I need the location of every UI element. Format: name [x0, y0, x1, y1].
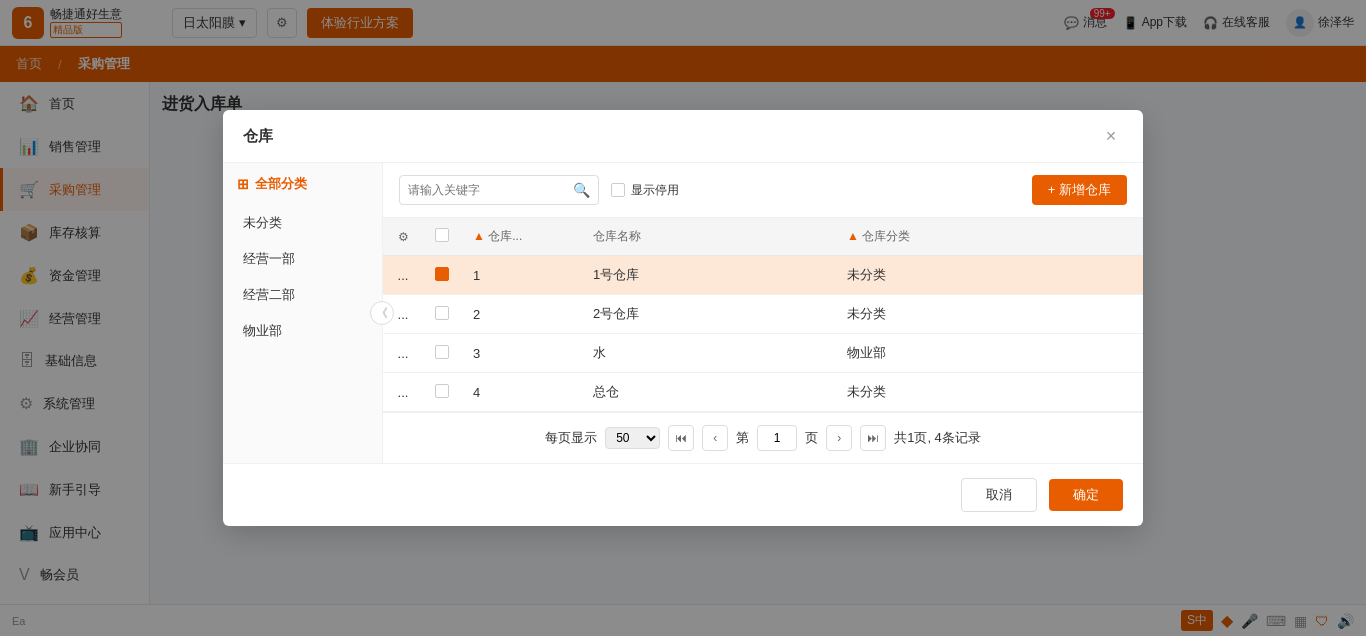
modal-body: ⊞ 全部分类 未分类 经营一部 经营二部 物业部 《 [223, 163, 1143, 463]
row-action[interactable]: ... [383, 373, 423, 412]
page-label: 第 [736, 429, 749, 447]
row-checkbox[interactable] [423, 256, 461, 295]
category-item-dept2[interactable]: 经营二部 [223, 277, 382, 313]
row-name: 水 [581, 334, 835, 373]
total-label: 共1页, 4条记录 [894, 429, 981, 447]
row-num: 2 [461, 295, 581, 334]
per-page-label: 每页显示 [545, 429, 597, 447]
table-row[interactable]: ... 3 水 物业部 [383, 334, 1143, 373]
modal-content-area: 🔍 显示停用 + 新增仓库 ⚙ [383, 163, 1143, 463]
header-checkbox[interactable] [435, 228, 449, 242]
row-name: 2号仓库 [581, 295, 835, 334]
warehouse-modal: 仓库 × ⊞ 全部分类 未分类 经营一部 经营二部 [223, 110, 1143, 526]
modal-title: 仓库 [243, 127, 273, 146]
row-category: 未分类 [835, 373, 1143, 412]
last-page-button[interactable]: ⏭ [860, 425, 886, 451]
category-item-uncat[interactable]: 未分类 [223, 205, 382, 241]
show-disabled-label: 显示停用 [631, 182, 679, 199]
page-input[interactable] [757, 425, 797, 451]
sidebar-collapse-button[interactable]: 《 [370, 301, 394, 325]
row-action[interactable]: ... [383, 334, 423, 373]
row-name: 总仓 [581, 373, 835, 412]
grid-icon: ⊞ [237, 176, 249, 192]
modal-footer: 取消 确定 [223, 463, 1143, 526]
table-row[interactable]: ... 1 1号仓库 未分类 [383, 256, 1143, 295]
col-name: 仓库名称 [581, 218, 835, 256]
sort-icon-code: ▲ [473, 229, 485, 243]
modal-toolbar: 🔍 显示停用 + 新增仓库 [383, 163, 1143, 218]
modal-category-sidebar: ⊞ 全部分类 未分类 经营一部 经营二部 物业部 《 [223, 163, 383, 463]
search-input-wrap: 🔍 [399, 175, 599, 205]
add-warehouse-button[interactable]: + 新增仓库 [1032, 175, 1127, 205]
row-category: 未分类 [835, 256, 1143, 295]
row-checkbox[interactable] [423, 334, 461, 373]
row-num: 3 [461, 334, 581, 373]
row-name: 1号仓库 [581, 256, 835, 295]
modal-close-button[interactable]: × [1099, 124, 1123, 148]
col-category: ▲ 仓库分类 [835, 218, 1143, 256]
page-end-label: 页 [805, 429, 818, 447]
category-item-dept1[interactable]: 经营一部 [223, 241, 382, 277]
confirm-button[interactable]: 确定 [1049, 479, 1123, 511]
search-input[interactable] [408, 183, 573, 197]
all-category-label: 全部分类 [255, 175, 307, 193]
table-row[interactable]: ... 2 2号仓库 未分类 [383, 295, 1143, 334]
show-disabled-checkbox[interactable] [611, 183, 625, 197]
next-page-button[interactable]: › [826, 425, 852, 451]
prev-page-button[interactable]: ‹ [702, 425, 728, 451]
row-num: 1 [461, 256, 581, 295]
first-page-button[interactable]: ⏮ [668, 425, 694, 451]
sort-icon-cat: ▲ [847, 229, 859, 243]
table-row[interactable]: ... 4 总仓 未分类 [383, 373, 1143, 412]
modal-overlay: 仓库 × ⊞ 全部分类 未分类 经营一部 经营二部 [0, 0, 1366, 636]
modal-header: 仓库 × [223, 110, 1143, 163]
search-icon[interactable]: 🔍 [573, 182, 590, 198]
col-gear: ⚙ [383, 218, 423, 256]
row-checkbox[interactable] [423, 295, 461, 334]
category-item-property[interactable]: 物业部 [223, 313, 382, 349]
table-header-row: ⚙ ▲ 仓库... 仓库名称 [383, 218, 1143, 256]
warehouse-table: ⚙ ▲ 仓库... 仓库名称 [383, 218, 1143, 412]
row-category: 未分类 [835, 295, 1143, 334]
row-num: 4 [461, 373, 581, 412]
cancel-button[interactable]: 取消 [961, 478, 1037, 512]
modal-pagination: 每页显示 102050100 ⏮ ‹ 第 页 › ⏭ 共1页, 4条记录 [383, 412, 1143, 463]
show-disabled-wrap: 显示停用 [611, 182, 679, 199]
row-action[interactable]: ... [383, 256, 423, 295]
col-code: ▲ 仓库... [461, 218, 581, 256]
per-page-select[interactable]: 102050100 [605, 427, 660, 449]
col-checkbox [423, 218, 461, 256]
row-checkbox[interactable] [423, 373, 461, 412]
row-category: 物业部 [835, 334, 1143, 373]
all-category-item[interactable]: ⊞ 全部分类 [223, 163, 382, 205]
